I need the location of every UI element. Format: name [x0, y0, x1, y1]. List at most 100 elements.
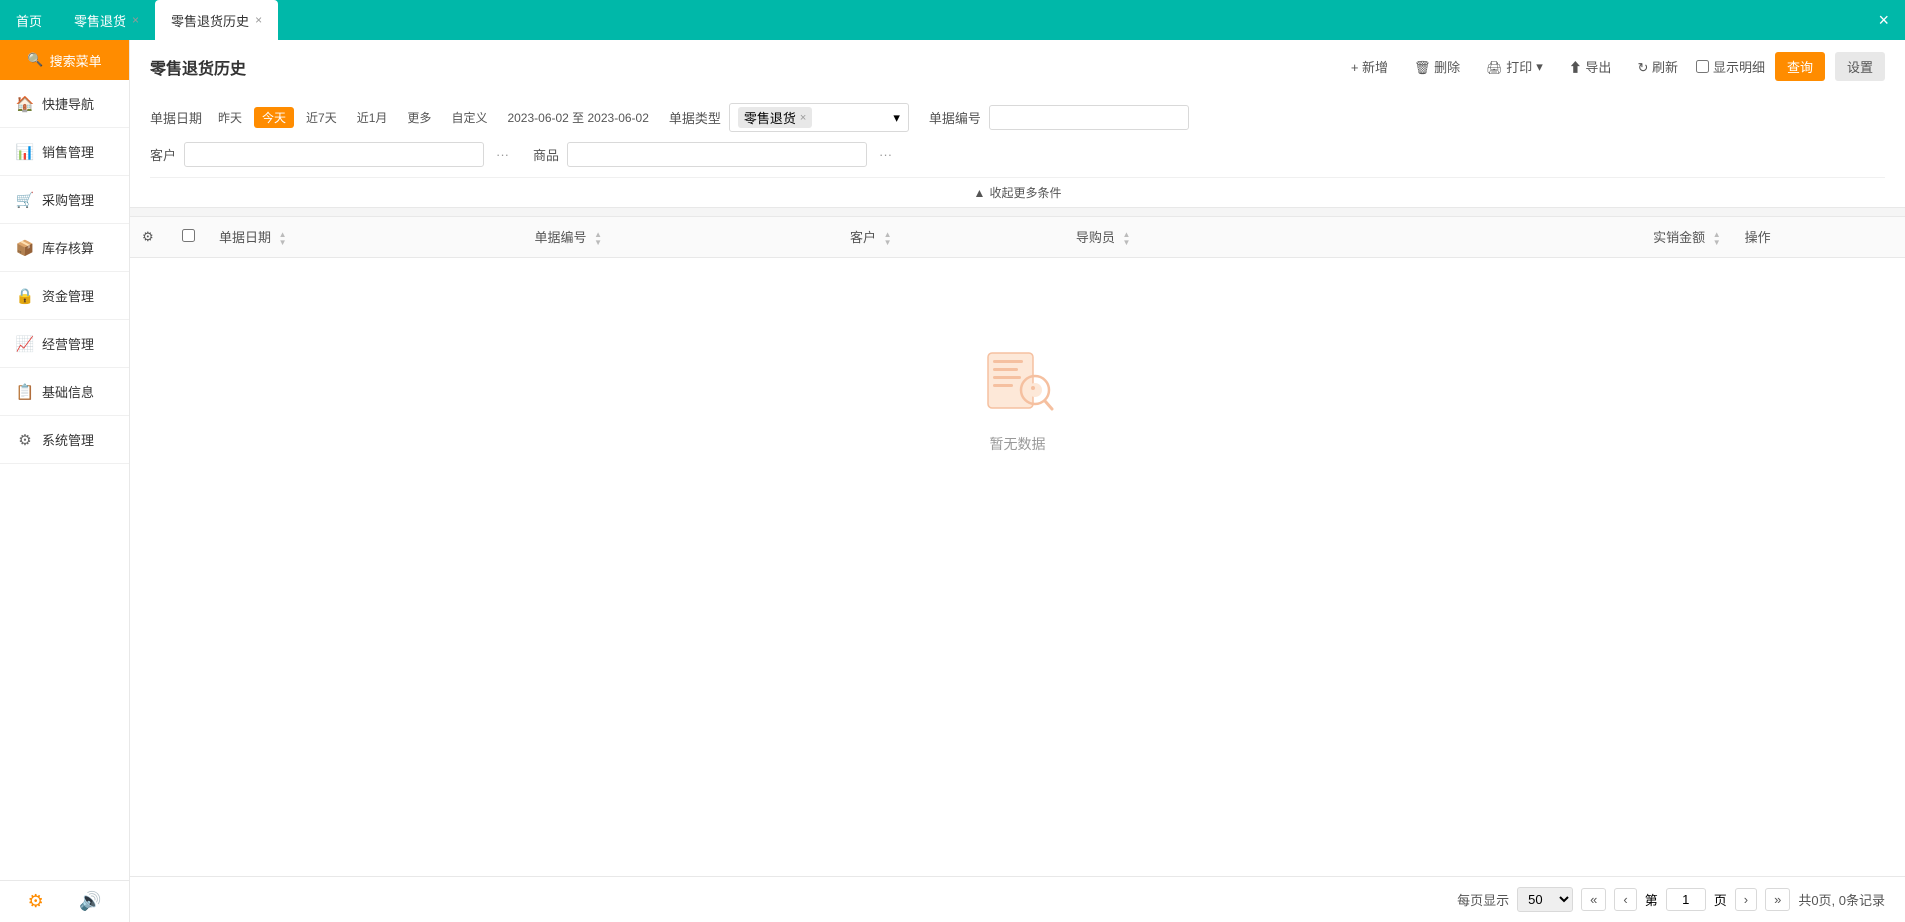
- sidebar-item-finance[interactable]: 🔒 资金管理: [0, 272, 129, 320]
- sidebar-search[interactable]: 🔍 搜索菜单: [0, 40, 129, 80]
- page-label: 第: [1645, 890, 1658, 909]
- sidebar-bottom: ⚙ 🔊: [0, 880, 129, 922]
- sidebar-item-system[interactable]: ⚙ 系统管理: [0, 416, 129, 464]
- new-button[interactable]: + 新增: [1343, 53, 1396, 80]
- purchase-icon: 🛒: [16, 191, 34, 209]
- print-button[interactable]: 🖨 打印 ▾: [1478, 53, 1551, 80]
- th-actual-amount[interactable]: 实销金额 ▲ ▼: [1417, 217, 1732, 258]
- sidebar-item-label: 库存核算: [42, 238, 94, 257]
- main-layout: 🔍 搜索菜单 🏠 快捷导航 📊 销售管理 🛒 采购管理 📦 库存核算 🔒: [0, 40, 1905, 922]
- filter-goods: 商品 ···: [533, 142, 896, 167]
- inventory-icon: 📦: [16, 239, 34, 257]
- show-detail-toggle[interactable]: 显示明细: [1696, 57, 1765, 76]
- sidebar-item-label: 系统管理: [42, 430, 94, 449]
- type-label: 单据类型: [669, 108, 721, 127]
- finance-icon: 🔒: [16, 287, 34, 305]
- content-area: 零售退货历史 + 新增 🗑 删除 🖨 打印 ▾ ⬆ 导出: [130, 40, 1905, 922]
- refresh-button[interactable]: ↻ 刷新: [1629, 53, 1686, 80]
- prev-page-button[interactable]: ‹: [1614, 888, 1636, 911]
- page-unit: 页: [1714, 890, 1727, 909]
- type-tag-close[interactable]: ×: [800, 112, 806, 124]
- last-page-button[interactable]: »: [1765, 888, 1790, 911]
- delete-button[interactable]: 🗑 删除: [1406, 53, 1468, 80]
- collapse-icon: ▲: [974, 186, 986, 200]
- sidebar-item-inventory[interactable]: 📦 库存核算: [0, 224, 129, 272]
- gear-icon: ⚙: [142, 229, 154, 244]
- next-page-button[interactable]: ›: [1735, 888, 1757, 911]
- th-settings[interactable]: ⚙: [130, 217, 170, 258]
- th-customer[interactable]: 客户 ▲ ▼: [838, 217, 1064, 258]
- th-checkbox[interactable]: [170, 217, 207, 258]
- show-detail-checkbox[interactable]: [1696, 60, 1709, 73]
- sidebar: 🔍 搜索菜单 🏠 快捷导航 📊 销售管理 🛒 采购管理 📦 库存核算 🔒: [0, 40, 130, 922]
- date-btn-more[interactable]: 更多: [399, 107, 439, 128]
- sidebar-item-label: 采购管理: [42, 190, 94, 209]
- sort-amount-icon: ▲ ▼: [1713, 231, 1721, 247]
- filter-row-2: 客户 ··· 商品 ···: [150, 142, 1885, 167]
- first-page-button[interactable]: «: [1581, 888, 1606, 911]
- date-btn-today[interactable]: 今天: [254, 107, 294, 128]
- tab-home[interactable]: 首页: [0, 0, 58, 40]
- sidebar-nav: 🏠 快捷导航 📊 销售管理 🛒 采购管理 📦 库存核算 🔒 资金管理 📈: [0, 80, 129, 880]
- pagination-bar: 每页显示 10 20 50 100 « ‹ 第 页 › » 共0页, 0条记录: [130, 876, 1905, 922]
- date-range-display: 2023-06-02 至 2023-06-02: [507, 109, 648, 126]
- sort-date-icon: ▲ ▼: [279, 231, 287, 247]
- home-icon: 🏠: [16, 95, 34, 113]
- sidebar-item-label: 销售管理: [42, 142, 94, 161]
- goods-input[interactable]: [567, 142, 867, 167]
- th-spacer: [1334, 217, 1417, 258]
- table-area: ⚙ 单据日期 ▲ ▼ 单据编号: [130, 216, 1905, 876]
- settings-bottom-icon[interactable]: ⚙: [28, 891, 44, 912]
- sort-guide-icon: ▲ ▼: [1122, 231, 1130, 247]
- query-button[interactable]: 查询: [1775, 52, 1825, 81]
- sidebar-item-label: 快捷导航: [42, 94, 94, 113]
- customer-input[interactable]: [184, 142, 484, 167]
- sidebar-item-purchase[interactable]: 🛒 采购管理: [0, 176, 129, 224]
- sidebar-item-label: 资金管理: [42, 286, 94, 305]
- volume-bottom-icon[interactable]: 🔊: [79, 891, 101, 912]
- sidebar-item-quicknav[interactable]: 🏠 快捷导航: [0, 80, 129, 128]
- collapse-label: 收起更多条件: [989, 184, 1061, 201]
- tab-retail-return-history[interactable]: 零售退货历史 ×: [155, 0, 278, 40]
- th-date[interactable]: 单据日期 ▲ ▼: [207, 217, 522, 258]
- sales-icon: 📊: [16, 143, 34, 161]
- empty-text: 暂无数据: [990, 434, 1046, 454]
- th-guide[interactable]: 导购员 ▲ ▼: [1064, 217, 1335, 258]
- sidebar-item-sales[interactable]: 📊 销售管理: [0, 128, 129, 176]
- page-number-input[interactable]: [1666, 888, 1706, 911]
- filter-row-1: 单据日期 昨天 今天 近7天 近1月 更多 自定义 2023-06-02 至 2…: [150, 103, 1885, 132]
- setting-button[interactable]: 设置: [1835, 52, 1885, 81]
- date-btn-yesterday[interactable]: 昨天: [210, 107, 250, 128]
- select-all-checkbox[interactable]: [182, 229, 195, 242]
- search-icon: 🔍: [27, 52, 43, 68]
- window-close-button[interactable]: ×: [1862, 10, 1905, 31]
- print-dropdown-icon: ▾: [1536, 59, 1543, 75]
- date-btn-custom[interactable]: 自定义: [443, 107, 495, 128]
- sidebar-item-basicinfo[interactable]: 📋 基础信息: [0, 368, 129, 416]
- page-title: 零售退货历史: [150, 55, 246, 79]
- page-size-select[interactable]: 10 20 50 100: [1517, 887, 1573, 912]
- total-info: 共0页, 0条记录: [1798, 890, 1885, 909]
- th-voucher-no[interactable]: 单据编号 ▲ ▼: [522, 217, 837, 258]
- tab-retail-return-history-close[interactable]: ×: [255, 13, 262, 27]
- data-table: ⚙ 单据日期 ▲ ▼ 单据编号: [130, 216, 1905, 534]
- goods-ellipsis[interactable]: ···: [875, 147, 896, 162]
- tab-retail-return[interactable]: 零售退货 ×: [58, 0, 155, 40]
- operations-icon: 📈: [16, 335, 34, 353]
- export-button[interactable]: ⬆ 导出: [1561, 53, 1620, 80]
- filter-date: 单据日期 昨天 今天 近7天 近1月 更多 自定义 2023-06-02 至 2…: [150, 107, 649, 128]
- customer-ellipsis[interactable]: ···: [492, 147, 513, 162]
- tab-retail-return-close[interactable]: ×: [132, 13, 139, 27]
- collapse-bar[interactable]: ▲ 收起更多条件: [150, 177, 1885, 207]
- filter-voucher: 单据编号: [929, 105, 1189, 130]
- empty-state: 暂无数据: [130, 258, 1905, 534]
- filter-customer: 客户 ···: [150, 142, 513, 167]
- type-select[interactable]: 零售退货 × ▾: [729, 103, 909, 132]
- page-size-label: 每页显示: [1457, 890, 1509, 909]
- sidebar-item-operations[interactable]: 📈 经营管理: [0, 320, 129, 368]
- date-btn-1month[interactable]: 近1月: [349, 107, 396, 128]
- voucher-label: 单据编号: [929, 108, 981, 127]
- date-label: 单据日期: [150, 108, 202, 127]
- date-btn-7days[interactable]: 近7天: [298, 107, 345, 128]
- voucher-input[interactable]: [989, 105, 1189, 130]
